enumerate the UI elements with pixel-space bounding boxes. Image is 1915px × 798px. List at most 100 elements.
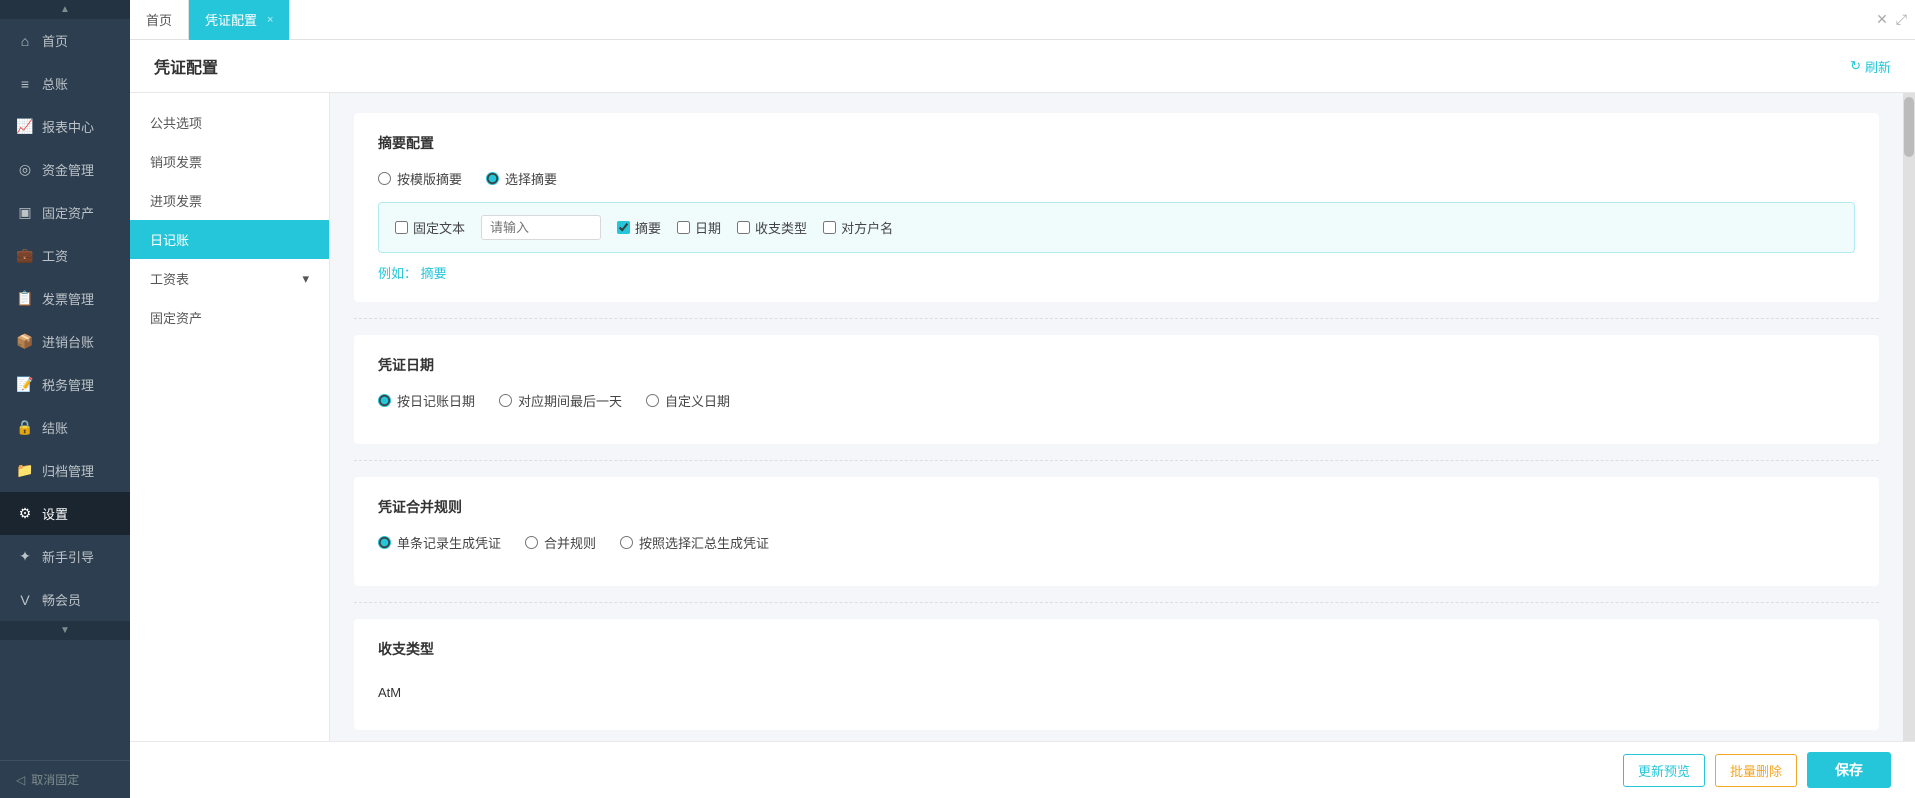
update-preview-button[interactable]: 更新预览: [1623, 754, 1705, 787]
sidebar-item-tax-label: 税务管理: [42, 375, 94, 394]
radio-journal-date[interactable]: 按日记账日期: [378, 391, 475, 410]
checkbox-date[interactable]: 日期: [677, 218, 721, 237]
checkbox-income-type-input[interactable]: [737, 221, 750, 234]
date-title: 凭证日期: [378, 355, 1855, 375]
left-nav: 公共选项 销项发票 进项发票 日记账 工资表 ▾ 固定资产: [130, 93, 330, 741]
nav-sales-invoice[interactable]: 销项发票: [130, 142, 329, 181]
nav-journal[interactable]: 日记账: [130, 220, 329, 259]
radio-custom-date-label: 自定义日期: [665, 391, 730, 410]
archive-icon: 📁: [16, 462, 34, 479]
checkbox-summary-input[interactable]: [617, 221, 630, 234]
checkbox-counterpart-input[interactable]: [823, 221, 836, 234]
radio-journal-date-input[interactable]: [378, 394, 391, 407]
nav-payroll-table[interactable]: 工资表 ▾: [130, 259, 329, 298]
nav-purchase-invoice[interactable]: 进项发票: [130, 181, 329, 220]
radio-single-label: 单条记录生成凭证: [397, 533, 501, 552]
radio-due-date-label: 对应期间最后一天: [518, 391, 622, 410]
radio-single[interactable]: 单条记录生成凭证: [378, 533, 501, 552]
sidebar-item-payroll-label: 工资: [42, 246, 68, 265]
radio-select-label: 选择摘要: [505, 169, 557, 188]
right-content: 摘要配置 按模版摘要 选择摘要 固定文本: [330, 93, 1903, 741]
radio-merge-input[interactable]: [525, 536, 538, 549]
scrollbar-thumb[interactable]: [1904, 97, 1914, 157]
sidebar-scroll-down[interactable]: ▼: [0, 621, 130, 640]
date-label: 日期: [695, 218, 721, 237]
radio-journal-date-label: 按日记账日期: [397, 391, 475, 410]
radio-batch[interactable]: 按照选择汇总生成凭证: [620, 533, 769, 552]
window-close-icon[interactable]: ✕: [1876, 11, 1888, 28]
main-area: 首页 凭证配置 × ✕ ⤢ 凭证配置 ↻ 刷新 公共选项 销项发票 进项: [130, 0, 1915, 798]
sidebar-scroll-up[interactable]: ▲: [0, 0, 130, 19]
sidebar-item-vip-label: 畅会员: [42, 590, 81, 609]
radio-template-input[interactable]: [378, 172, 391, 185]
sidebar-item-ledger[interactable]: ≡ 总账: [0, 62, 130, 105]
sidebar: ▲ ⌂ 首页 ≡ 总账 📈 报表中心 ◎ 资金管理 ▣ 固定资产 💼 工资 📋 …: [0, 0, 130, 798]
refresh-button[interactable]: ↻ 刷新: [1850, 57, 1891, 76]
radio-merge[interactable]: 合并规则: [525, 533, 596, 552]
window-maximize-icon[interactable]: ⤢: [1896, 11, 1907, 28]
sidebar-item-close[interactable]: 🔒 结账: [0, 406, 130, 449]
sidebar-item-funds[interactable]: ◎ 资金管理: [0, 148, 130, 191]
income-section: 收支类型 AtM: [354, 619, 1879, 730]
invoice-icon: 📋: [16, 290, 34, 307]
guide-icon: ✦: [16, 548, 34, 565]
close-account-icon: 🔒: [16, 419, 34, 436]
inout-icon: 📦: [16, 333, 34, 350]
divider-2: [354, 460, 1879, 461]
page-title: 凭证配置: [154, 54, 218, 78]
sidebar-item-payroll[interactable]: 💼 工资: [0, 234, 130, 277]
home-icon: ⌂: [16, 33, 34, 49]
radio-due-date[interactable]: 对应期间最后一天: [499, 391, 622, 410]
radio-template-label: 按模版摘要: [397, 169, 462, 188]
sidebar-item-settings[interactable]: ⚙ 设置: [0, 492, 130, 535]
sidebar-item-inout-label: 进销台账: [42, 332, 94, 351]
tab-bar-actions: ✕ ⤢: [1876, 11, 1915, 28]
fixed-text-input[interactable]: [481, 215, 601, 240]
sidebar-item-vip[interactable]: V 畅会员: [0, 578, 130, 621]
checkbox-income-type[interactable]: 收支类型: [737, 218, 807, 237]
radio-template-summary[interactable]: 按模版摘要: [378, 169, 462, 188]
sidebar-item-report[interactable]: 📈 报表中心: [0, 105, 130, 148]
sidebar-item-ledger-label: 总账: [42, 74, 68, 93]
nav-public[interactable]: 公共选项: [130, 103, 329, 142]
checkbox-date-input[interactable]: [677, 221, 690, 234]
radio-batch-label: 按照选择汇总生成凭证: [639, 533, 769, 552]
tab-home-label: 首页: [146, 10, 172, 29]
summary-section: 摘要配置 按模版摘要 选择摘要 固定文本: [354, 113, 1879, 302]
radio-due-date-input[interactable]: [499, 394, 512, 407]
sidebar-item-inout[interactable]: 📦 进销台账: [0, 320, 130, 363]
tab-config[interactable]: 凭证配置 ×: [189, 0, 290, 40]
checkbox-counterpart[interactable]: 对方户名: [823, 218, 893, 237]
radio-batch-input[interactable]: [620, 536, 633, 549]
save-button[interactable]: 保存: [1807, 752, 1891, 788]
date-radio-group: 按日记账日期 对应期间最后一天 自定义日期: [378, 391, 1855, 410]
sidebar-item-invoice[interactable]: 📋 发票管理: [0, 277, 130, 320]
checkbox-summary[interactable]: 摘要: [617, 218, 661, 237]
sidebar-item-archive[interactable]: 📁 归档管理: [0, 449, 130, 492]
radio-single-input[interactable]: [378, 536, 391, 549]
radio-select-summary[interactable]: 选择摘要: [486, 169, 557, 188]
sidebar-item-guide[interactable]: ✦ 新手引导: [0, 535, 130, 578]
counterpart-label: 对方户名: [841, 218, 893, 237]
tab-home[interactable]: 首页: [130, 0, 189, 40]
atm-text: AtM: [378, 675, 1855, 710]
sidebar-item-report-label: 报表中心: [42, 117, 94, 136]
tab-config-label: 凭证配置: [205, 10, 257, 29]
nav-fixed-assets[interactable]: 固定资产: [130, 298, 329, 337]
sidebar-item-assets[interactable]: ▣ 固定资产: [0, 191, 130, 234]
outer-scrollbar[interactable]: [1903, 93, 1915, 741]
radio-custom-date[interactable]: 自定义日期: [646, 391, 730, 410]
radio-select-input[interactable]: [486, 172, 499, 185]
assets-icon: ▣: [16, 204, 34, 221]
checkbox-fixed-text[interactable]: 固定文本: [395, 218, 465, 237]
sidebar-unpin[interactable]: ◁ 取消固定: [0, 760, 130, 798]
batch-delete-button[interactable]: 批量删除: [1715, 754, 1797, 787]
sidebar-item-invoice-label: 发票管理: [42, 289, 94, 308]
sidebar-item-tax[interactable]: 📝 税务管理: [0, 363, 130, 406]
summary-label: 摘要: [635, 218, 661, 237]
checkbox-fixed-text-input[interactable]: [395, 221, 408, 234]
tab-close-icon[interactable]: ×: [267, 14, 273, 26]
sidebar-item-home[interactable]: ⌂ 首页: [0, 19, 130, 62]
radio-custom-date-input[interactable]: [646, 394, 659, 407]
sidebar-item-archive-label: 归档管理: [42, 461, 94, 480]
